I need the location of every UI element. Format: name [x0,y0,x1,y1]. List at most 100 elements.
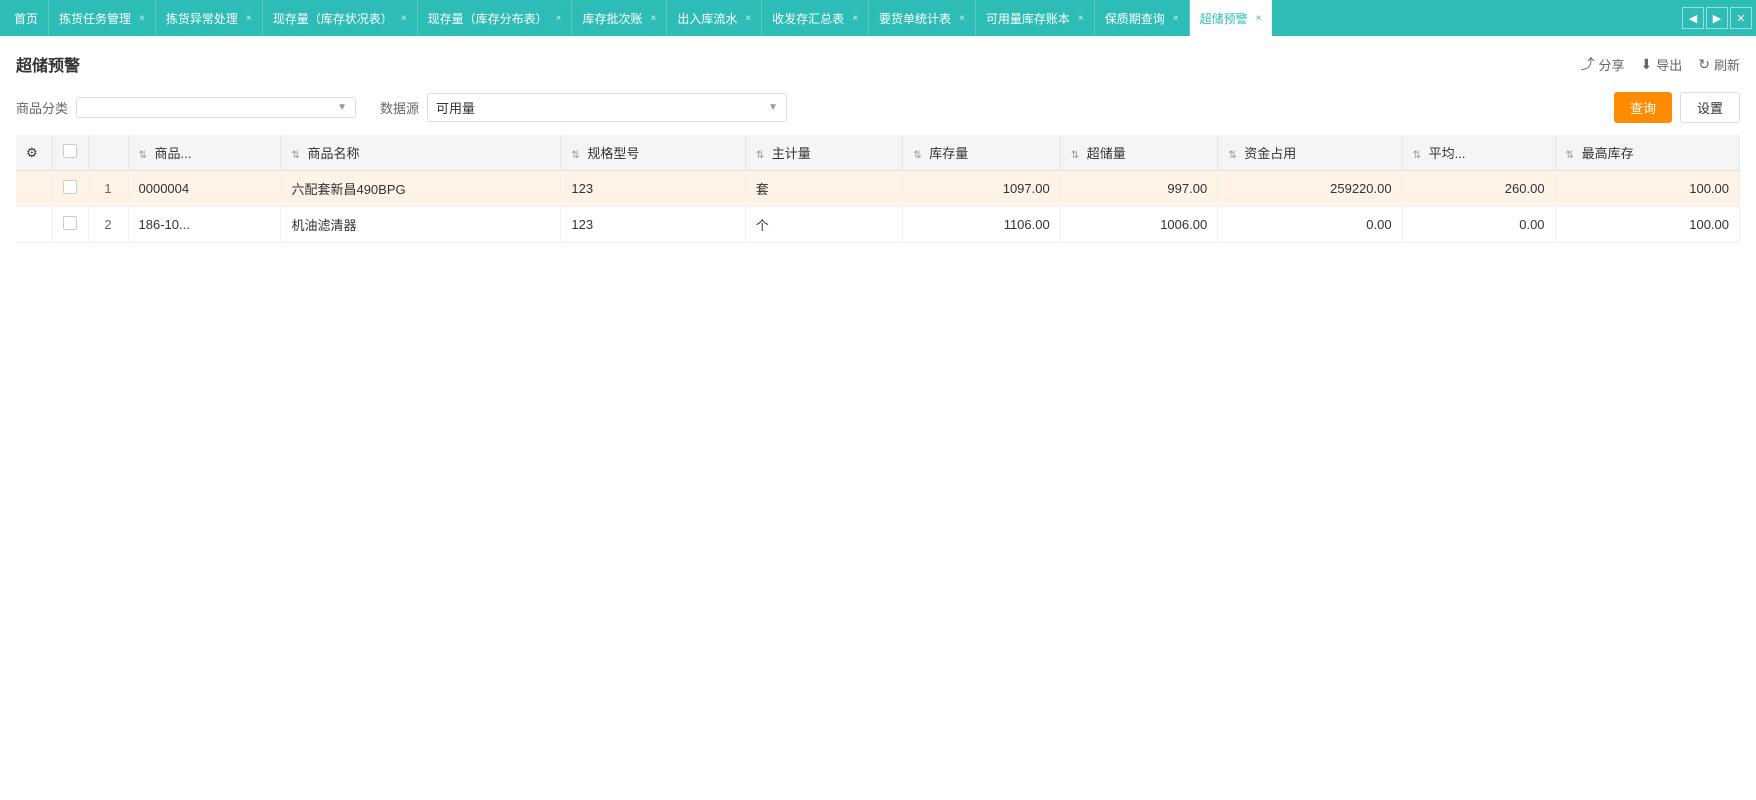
gear-icon: ⚙ [26,145,38,160]
nav-batch-account[interactable]: 库存批次账 × [572,0,667,36]
row-inventory: 1106.00 [903,207,1060,243]
col-overstock[interactable]: ⇅ 超储量 [1060,135,1217,171]
action-buttons: 查询 设置 [1614,92,1740,123]
row-product-code: 186-10... [128,207,281,243]
category-filter-group: 商品分类 ▼ [16,97,356,118]
nav-label: 收发存汇总表 [772,10,844,27]
row-checkbox-cell[interactable] [52,207,88,243]
col-spec[interactable]: ⇅ 规格型号 [561,135,745,171]
settings-button[interactable]: 设置 [1680,92,1740,123]
sort-icon: ⇅ [913,150,921,161]
col-max-inventory[interactable]: ⇅ 最高库存 [1555,135,1739,171]
sort-icon: ⇅ [1071,150,1079,161]
row-checkbox[interactable] [63,180,77,194]
row-spec: 123 [561,171,745,207]
row-product-name: 机油滤清器 [281,207,561,243]
nav-label: 拣货任务管理 [59,10,131,27]
col-label: 商品名称 [307,146,359,161]
page-title: 超储预警 [16,52,80,76]
row-max-inventory: 100.00 [1555,171,1739,207]
close-icon[interactable]: × [556,13,562,24]
nav-prev-arrow[interactable]: ◀ [1682,7,1704,29]
row-max-inventory: 100.00 [1555,207,1739,243]
home-label: 首页 [14,10,38,27]
category-label: 商品分类 [16,98,68,117]
close-icon[interactable]: × [1078,13,1084,24]
row-spec: 123 [561,207,745,243]
col-label: 最高库存 [1582,146,1634,161]
close-icon[interactable]: × [745,13,751,24]
share-button[interactable]: ⤴ 分享 [1580,54,1624,74]
refresh-button[interactable]: ↻ 刷新 [1698,55,1740,74]
row-checkbox-cell[interactable] [52,171,88,207]
nav-overstock-warning[interactable]: 超储预警 × [1190,0,1273,36]
row-checkbox[interactable] [63,216,77,230]
col-label: 库存量 [929,146,968,161]
close-icon[interactable]: × [246,13,252,24]
close-icon[interactable]: × [650,13,656,24]
datasource-select[interactable]: 可用量 ▼ [427,93,787,122]
close-icon[interactable]: × [401,13,407,24]
table-body: 1 0000004 六配套新昌490BPG 123 套 1097.00 997.… [16,171,1740,243]
share-icon: ⤴ [1580,54,1594,74]
row-avg: 260.00 [1402,171,1555,207]
nav-quality-check[interactable]: 保质期查询 × [1095,0,1190,36]
close-icon[interactable]: × [852,13,858,24]
nav-available-account[interactable]: 可用量库存账本 × [976,0,1095,36]
nav-home[interactable]: 首页 [4,0,49,36]
col-label: 主计量 [772,146,811,161]
category-select[interactable]: ▼ [76,97,356,118]
col-unit[interactable]: ⇅ 主计量 [745,135,902,171]
query-button[interactable]: 查询 [1614,92,1672,123]
row-avg: 0.00 [1402,207,1555,243]
nav-task-mgmt[interactable]: 拣货任务管理 × [49,0,156,36]
chevron-down-icon: ▼ [768,102,778,113]
export-button[interactable]: ⬇ 导出 [1641,55,1683,74]
row-gear-cell [16,171,52,207]
chevron-down-icon: ▼ [337,102,347,113]
row-product-code: 0000004 [128,171,281,207]
sort-icon: ⇅ [1228,150,1236,161]
col-product-name[interactable]: ⇅ 商品名称 [281,135,561,171]
close-icon[interactable]: × [139,13,145,24]
nav-label: 现存量（库存分布表） [428,10,548,27]
nav-inventory-dist[interactable]: 现存量（库存分布表） × [418,0,573,36]
nav-inout-flow[interactable]: 出入库流水 × [667,0,762,36]
col-label: 超储量 [1087,146,1126,161]
nav-label: 可用量库存账本 [986,10,1070,27]
close-icon[interactable]: × [1173,13,1179,24]
col-label: 规格型号 [587,146,639,161]
refresh-label: 刷新 [1714,55,1740,74]
nav-label: 出入库流水 [677,10,737,27]
nav-label: 现存量（库存状况表） [273,10,393,27]
col-product-code[interactable]: ⇅ 商品... [128,135,281,171]
close-icon[interactable]: × [959,13,965,24]
col-gear[interactable]: ⚙ [16,135,52,171]
col-avg[interactable]: ⇅ 平均... [1402,135,1555,171]
col-capital-occ[interactable]: ⇅ 资金占用 [1218,135,1402,171]
row-capital-occ: 0.00 [1218,207,1402,243]
sort-icon: ⇅ [291,150,299,161]
header-checkbox[interactable] [63,144,77,158]
nav-order-stats[interactable]: 要货单统计表 × [869,0,976,36]
table-row: 1 0000004 六配套新昌490BPG 123 套 1097.00 997.… [16,171,1740,207]
row-gear-cell [16,207,52,243]
sort-icon: ⇅ [756,150,764,161]
nav-next-arrow[interactable]: ▶ [1706,7,1728,29]
nav-inventory-status[interactable]: 现存量（库存状况表） × [263,0,418,36]
nav-close-arrow[interactable]: ✕ [1730,7,1752,29]
filter-row: 商品分类 ▼ 数据源 可用量 ▼ 查询 设置 [16,92,1740,123]
col-inventory[interactable]: ⇅ 库存量 [903,135,1060,171]
close-icon[interactable]: × [1256,13,1262,24]
table-header-row: ⚙ ⇅ 商品... ⇅ 商品名称 ⇅ 规格型号 [16,135,1740,171]
col-label: 平均... [1429,146,1466,161]
col-rownum [88,135,128,171]
row-capital-occ: 259220.00 [1218,171,1402,207]
col-checkbox-header[interactable] [52,135,88,171]
row-num-cell: 2 [88,207,128,243]
sort-icon: ⇅ [571,150,579,161]
nav-collect-summary[interactable]: 收发存汇总表 × [762,0,869,36]
nav-abnormal-proc[interactable]: 拣货异常处理 × [156,0,263,36]
datasource-label: 数据源 [380,98,419,117]
main-content: 超储预警 ⤴ 分享 ⬇ 导出 ↻ 刷新 商品分类 ▼ 数据源 [0,36,1756,800]
